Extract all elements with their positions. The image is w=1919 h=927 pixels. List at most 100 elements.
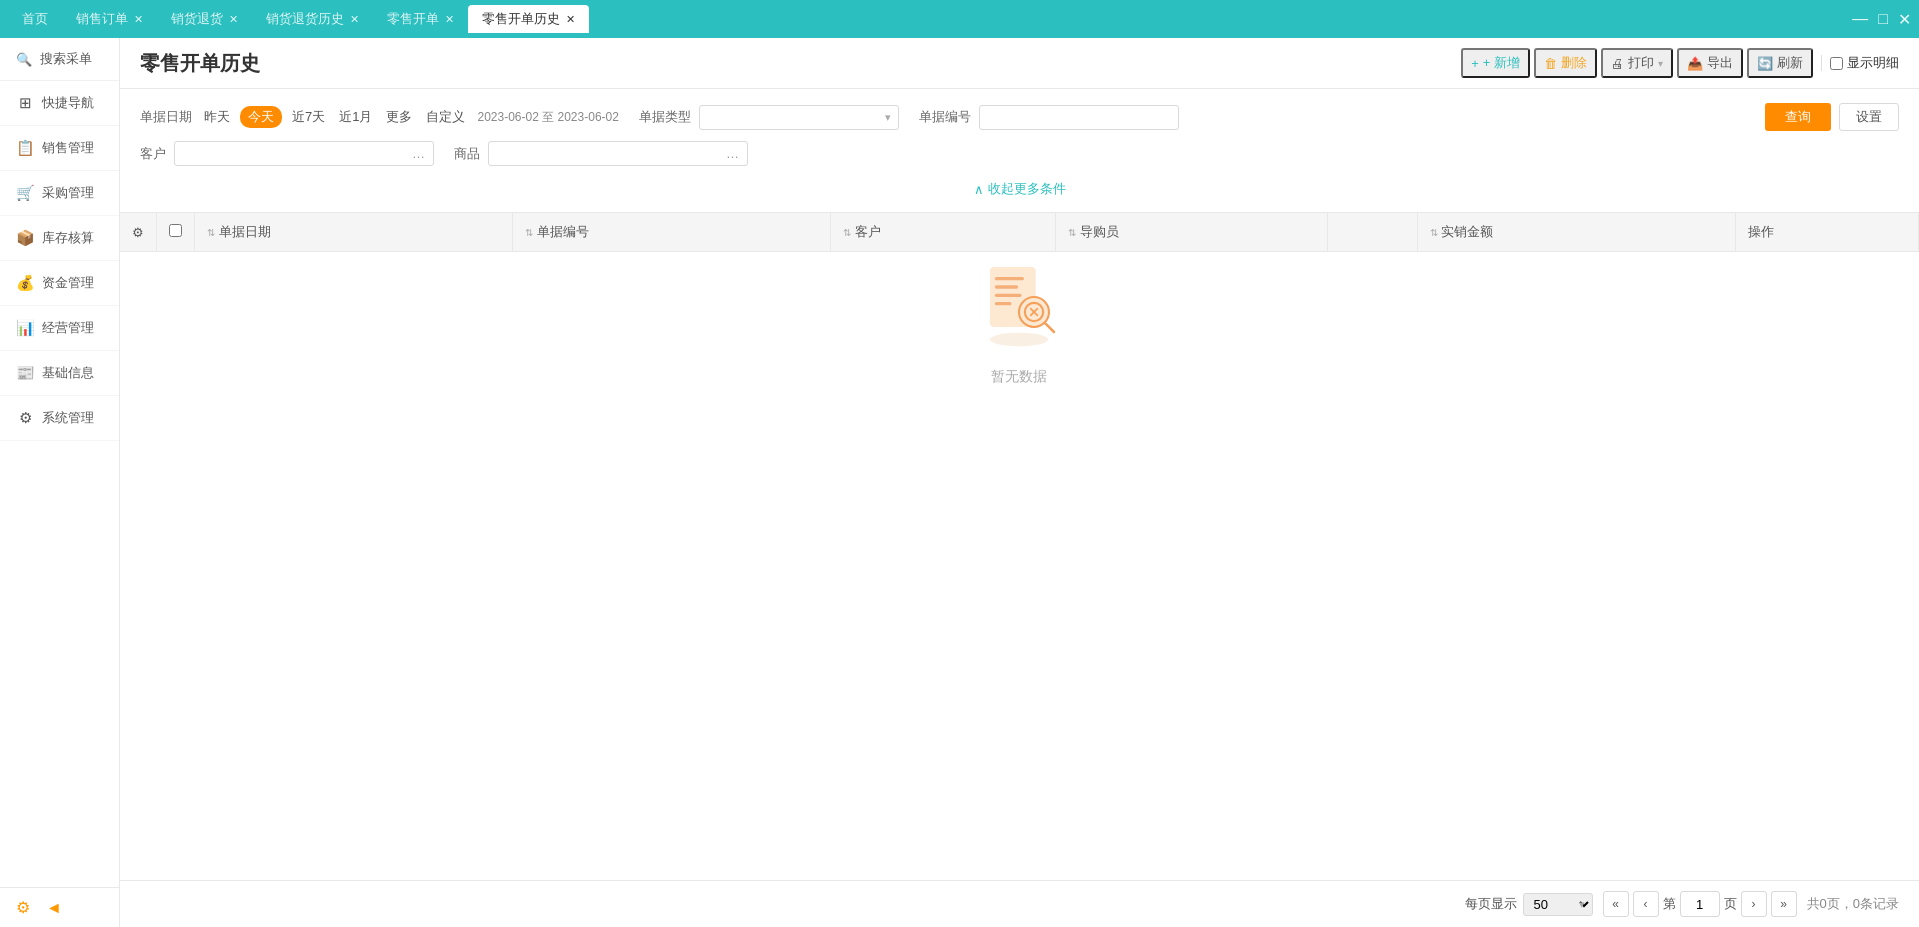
fund-mgmt-icon: 💰 xyxy=(16,274,34,292)
th-guide[interactable]: ⇅ 导购员 xyxy=(1056,213,1328,252)
customer-input[interactable]: … xyxy=(174,141,434,166)
next-page-btn[interactable]: › xyxy=(1741,891,1767,917)
doc-type-select[interactable] xyxy=(699,105,899,130)
export-icon: 📤 xyxy=(1687,56,1703,71)
collapse-button[interactable]: ∧ 收起更多条件 xyxy=(974,180,1066,198)
th-amount[interactable]: ⇅ 实销金额 xyxy=(1417,213,1735,252)
date-opt-last1m[interactable]: 近1月 xyxy=(335,106,376,128)
sidebar-item-sys-mgmt[interactable]: ⚙ 系统管理 xyxy=(0,396,119,441)
minimize-btn[interactable]: — xyxy=(1852,10,1868,29)
export-button[interactable]: 📤 导出 xyxy=(1677,48,1743,78)
tab-sales-return[interactable]: 销货退货 ✕ xyxy=(157,5,252,33)
display-detail-checkbox-label[interactable]: 显示明细 xyxy=(1830,54,1899,72)
svg-rect-2 xyxy=(995,277,1024,280)
filter-row-1: 单据日期 昨天 今天 近7天 近1月 更多 自定义 2023-06-02 至 2… xyxy=(140,103,1899,131)
filter-goods: 商品 … xyxy=(454,141,748,166)
close-tab-retail-open-history[interactable]: ✕ xyxy=(566,13,575,26)
th-settings[interactable]: ⚙ xyxy=(120,213,157,252)
collapse-icon: ∧ xyxy=(974,182,984,197)
sidebar-item-fund-mgmt[interactable]: 💰 资金管理 xyxy=(0,261,119,306)
sidebar-item-inventory[interactable]: 📦 库存核算 xyxy=(0,216,119,261)
close-tab-sales-order[interactable]: ✕ xyxy=(134,13,143,26)
per-page: 每页显示 10 20 50 100 xyxy=(1465,893,1593,916)
sidebar-search[interactable]: 🔍 搜索采单 xyxy=(0,38,119,81)
sales-mgmt-icon: 📋 xyxy=(16,139,34,157)
main-layout: 🔍 搜索采单 ⊞ 快捷导航 📋 销售管理 🛒 采购管理 📦 库存核算 💰 xyxy=(0,38,1919,927)
svg-point-0 xyxy=(990,333,1048,346)
page-number-input[interactable] xyxy=(1680,891,1720,917)
tab-sales-order[interactable]: 销售订单 ✕ xyxy=(62,5,157,33)
filter-date: 单据日期 昨天 今天 近7天 近1月 更多 自定义 2023-06-02 至 2… xyxy=(140,106,619,128)
svg-rect-3 xyxy=(995,285,1018,288)
sort-amount-icon: ⇅ xyxy=(1430,227,1438,238)
query-button[interactable]: 查询 xyxy=(1765,103,1831,131)
date-opt-today[interactable]: 今天 xyxy=(240,106,282,128)
th-date[interactable]: ⇅ 单据日期 xyxy=(195,213,513,252)
date-opt-more[interactable]: 更多 xyxy=(382,106,416,128)
collapse-row: ∧ 收起更多条件 xyxy=(140,176,1899,202)
sort-docno-icon: ⇅ xyxy=(525,227,533,238)
tab-retail-open-history[interactable]: 零售开单历史 ✕ xyxy=(468,5,589,33)
sidebar-item-purchase-mgmt[interactable]: 🛒 采购管理 xyxy=(0,171,119,216)
print-dropdown-icon: ▾ xyxy=(1658,58,1663,69)
sidebar-collapse-icon[interactable]: ◄ xyxy=(46,899,62,917)
print-button[interactable]: 🖨 打印 ▾ xyxy=(1601,48,1673,78)
add-button[interactable]: + + 新增 xyxy=(1461,48,1530,78)
last-page-btn[interactable]: » xyxy=(1771,891,1797,917)
table-body: 暂无数据 xyxy=(120,252,1919,387)
close-tab-retail-open[interactable]: ✕ xyxy=(445,13,454,26)
th-doc-no[interactable]: ⇅ 单据编号 xyxy=(513,213,831,252)
date-opt-custom[interactable]: 自定义 xyxy=(422,106,469,128)
header-toolbar-row: 零售开单历史 + + 新增 🗑 删除 🖨 打印 ▾ 📤 导出 xyxy=(120,38,1919,89)
tab-home[interactable]: 首页 xyxy=(8,5,62,33)
date-opt-yesterday[interactable]: 昨天 xyxy=(200,106,234,128)
close-tab-sales-return[interactable]: ✕ xyxy=(229,13,238,26)
svg-rect-4 xyxy=(995,294,1022,297)
close-btn[interactable]: ✕ xyxy=(1898,10,1911,29)
right-toolbar: + + 新增 🗑 删除 🖨 打印 ▾ 📤 导出 🔄 xyxy=(1461,48,1899,78)
display-detail-checkbox[interactable] xyxy=(1830,57,1843,70)
th-checkbox[interactable] xyxy=(157,213,195,252)
base-info-icon: 📰 xyxy=(16,364,34,382)
filter-doc-type: 单据类型 xyxy=(639,105,899,130)
delete-icon: 🗑 xyxy=(1544,56,1557,71)
first-page-btn[interactable]: « xyxy=(1603,891,1629,917)
doc-type-select-wrapper xyxy=(699,105,899,130)
sort-customer-icon: ⇅ xyxy=(843,227,851,238)
tab-sales-return-history[interactable]: 销货退货历史 ✕ xyxy=(252,5,373,33)
svg-line-7 xyxy=(1045,323,1054,332)
doc-no-input[interactable] xyxy=(979,105,1179,130)
sidebar-item-quick-nav[interactable]: ⊞ 快捷导航 xyxy=(0,81,119,126)
search-icon: 🔍 xyxy=(16,52,32,67)
sidebar-item-ops-mgmt[interactable]: 📊 经营管理 xyxy=(0,306,119,351)
per-page-select[interactable]: 10 20 50 100 xyxy=(1523,893,1593,916)
setting-button[interactable]: 设置 xyxy=(1839,103,1899,131)
delete-button[interactable]: 🗑 删除 xyxy=(1534,48,1597,78)
goods-input[interactable]: … xyxy=(488,141,748,166)
sidebar-bottom: ⚙ ◄ xyxy=(0,887,119,927)
prev-page-btn[interactable]: ‹ xyxy=(1633,891,1659,917)
sort-guide-icon: ⇅ xyxy=(1068,227,1076,238)
sidebar-menu: ⊞ 快捷导航 📋 销售管理 🛒 采购管理 📦 库存核算 💰 资金管理 📊 xyxy=(0,81,119,887)
empty-icon xyxy=(969,252,1069,352)
table-area: ⚙ ⇅ 单据日期 ⇅ 单据编号 xyxy=(120,213,1919,880)
filter-customer: 客户 … xyxy=(140,141,434,166)
sidebar-settings-icon[interactable]: ⚙ xyxy=(16,898,30,917)
refresh-icon: 🔄 xyxy=(1757,56,1773,71)
sidebar-item-base-info[interactable]: 📰 基础信息 xyxy=(0,351,119,396)
svg-rect-5 xyxy=(995,302,1012,305)
date-range-display: 2023-06-02 至 2023-06-02 xyxy=(477,109,618,126)
sys-mgmt-icon: ⚙ xyxy=(16,409,34,427)
tab-retail-open[interactable]: 零售开单 ✕ xyxy=(373,5,468,33)
date-opt-last7[interactable]: 近7天 xyxy=(288,106,329,128)
empty-text: 暂无数据 xyxy=(991,368,1047,386)
table-header: ⚙ ⇅ 单据日期 ⇅ 单据编号 xyxy=(120,213,1919,252)
close-tab-sales-return-history[interactable]: ✕ xyxy=(350,13,359,26)
filter-row-2: 客户 … 商品 … xyxy=(140,141,1899,166)
page-title: 零售开单历史 xyxy=(140,50,260,77)
sidebar-item-sales-mgmt[interactable]: 📋 销售管理 xyxy=(0,126,119,171)
maximize-btn[interactable]: □ xyxy=(1878,10,1888,29)
refresh-button[interactable]: 🔄 刷新 xyxy=(1747,48,1813,78)
th-customer[interactable]: ⇅ 客户 xyxy=(831,213,1056,252)
select-all-checkbox[interactable] xyxy=(169,224,182,237)
